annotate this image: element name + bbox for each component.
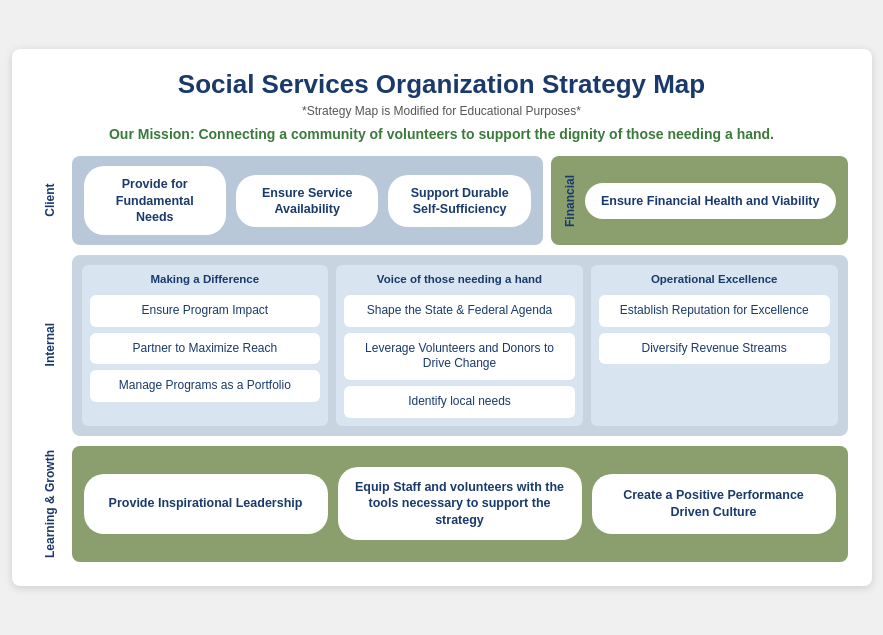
- card-positive-culture: Create a Positive Performance Driven Cul…: [592, 474, 836, 534]
- internal-group-voice: Voice of those needing a hand Shape the …: [336, 265, 583, 425]
- card-ensure-service: Ensure Service Availability: [236, 175, 378, 228]
- card-local-needs: Identify local needs: [344, 386, 575, 418]
- card-equip-staff: Equip Staff and volunteers with the tool…: [338, 467, 582, 540]
- card-reputation: Establish Reputation for Excellence: [599, 295, 830, 327]
- group-title-making: Making a Difference: [90, 273, 321, 289]
- learning-section: Provide Inspirational Leadership Equip S…: [72, 446, 848, 562]
- internal-label: Internal: [36, 255, 64, 435]
- group-title-voice: Voice of those needing a hand: [344, 273, 575, 289]
- card-provide-fundamental: Provide for Fundamental Needs: [84, 166, 226, 235]
- card-state-federal: Shape the State & Federal Agenda: [344, 295, 575, 327]
- card-leverage-volunteers: Leverage Volunteers and Donors to Drive …: [344, 333, 575, 380]
- card-diversify-revenue: Diversify Revenue Streams: [599, 333, 830, 365]
- internal-group-operational: Operational Excellence Establish Reputat…: [591, 265, 838, 425]
- main-title: Social Services Organization Strategy Ma…: [36, 69, 848, 100]
- financial-label: Financial: [563, 175, 577, 227]
- client-section: Provide for Fundamental Needs Ensure Ser…: [72, 156, 543, 245]
- internal-section: Making a Difference Ensure Program Impac…: [72, 255, 848, 435]
- internal-row: Internal Making a Difference Ensure Prog…: [36, 255, 848, 435]
- learning-row: Learning & Growth Provide Inspirational …: [36, 446, 848, 562]
- card-support-durable: Support Durable Self-Sufficiency: [388, 175, 530, 228]
- card-program-impact: Ensure Program Impact: [90, 295, 321, 327]
- card-partner-reach: Partner to Maximize Reach: [90, 333, 321, 365]
- internal-group-making: Making a Difference Ensure Program Impac…: [82, 265, 329, 425]
- group-title-operational: Operational Excellence: [599, 273, 830, 289]
- page-container: Social Services Organization Strategy Ma…: [12, 49, 872, 585]
- financial-section: Financial Ensure Financial Health and Vi…: [551, 156, 848, 245]
- client-row: Client Provide for Fundamental Needs Ens…: [36, 156, 848, 245]
- subtitle: *Strategy Map is Modified for Educationa…: [36, 104, 848, 118]
- card-financial-health: Ensure Financial Health and Viability: [585, 183, 836, 219]
- card-inspirational-leadership: Provide Inspirational Leadership: [84, 474, 328, 534]
- card-manage-programs: Manage Programs as a Portfolio: [90, 370, 321, 402]
- client-label: Client: [36, 156, 64, 245]
- learning-label: Learning & Growth: [36, 446, 64, 562]
- mission-statement: Our Mission: Connecting a community of v…: [36, 126, 848, 142]
